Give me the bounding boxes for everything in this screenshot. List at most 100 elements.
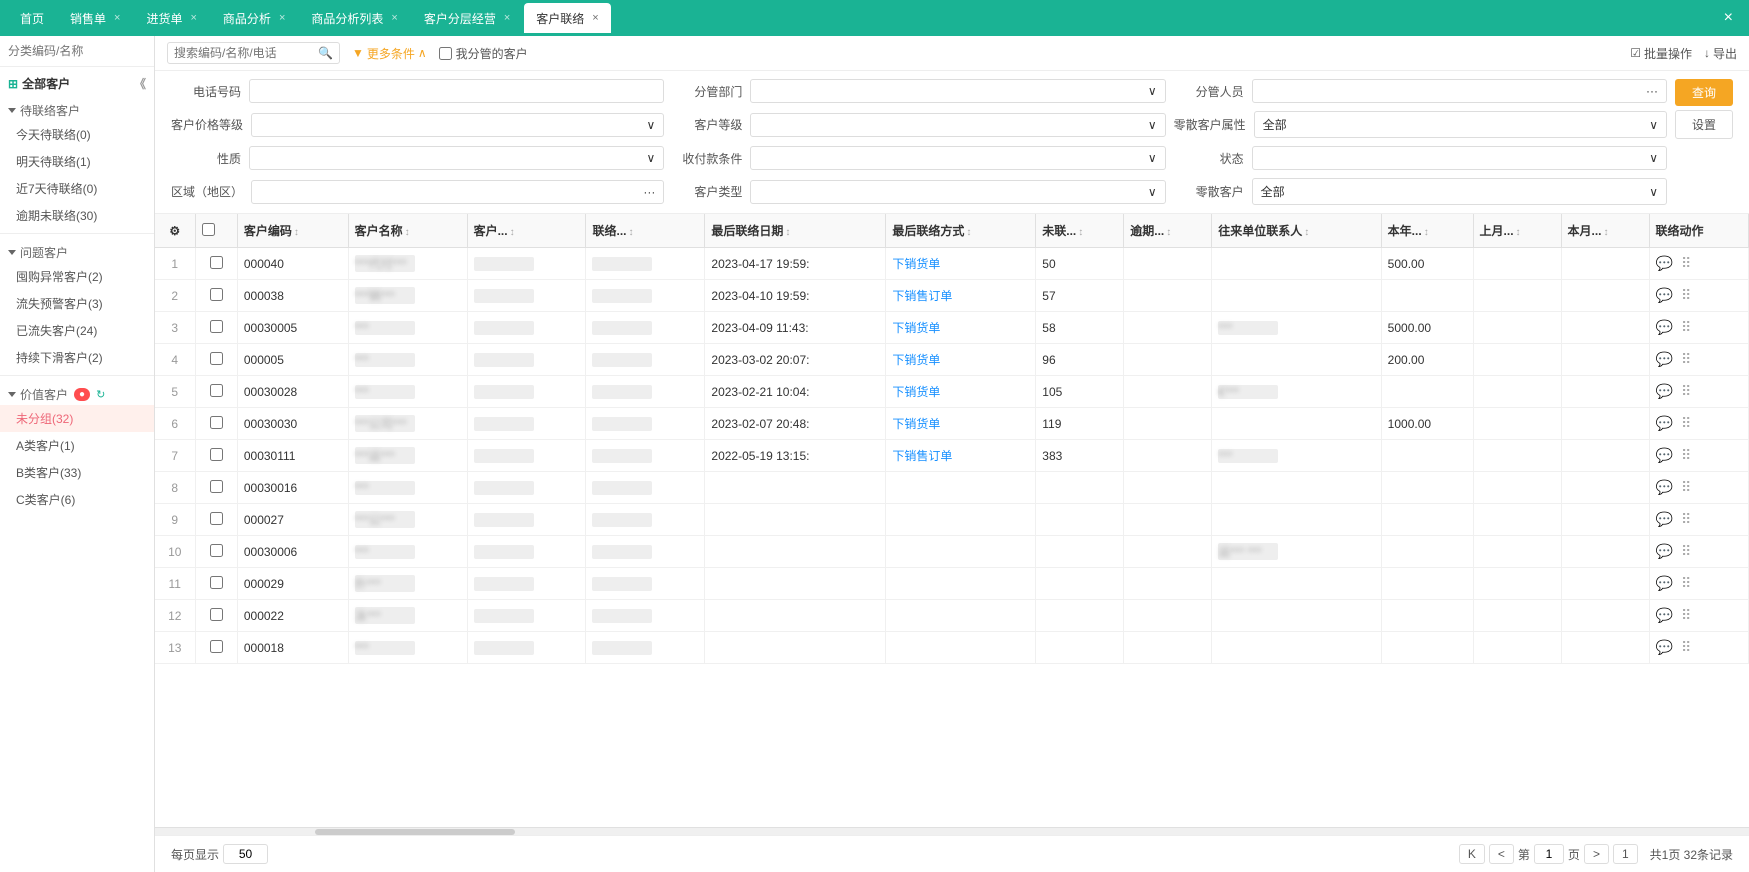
sidebar-search-input[interactable] <box>8 44 155 58</box>
filter-customer-level-select[interactable]: ∨ <box>750 113 1165 137</box>
page-number-input[interactable] <box>1534 844 1564 864</box>
more-icon[interactable]: ⠿ <box>1681 255 1691 272</box>
sidebar-item-overdue[interactable]: 逾期未联络(30) <box>0 202 154 229</box>
col-overdue[interactable]: 逾期...↕ <box>1124 214 1212 248</box>
row-checkbox[interactable] <box>210 608 223 621</box>
problem-toggle[interactable] <box>8 250 16 255</box>
filter-dept-select[interactable]: ∨ <box>750 79 1165 103</box>
more-icon[interactable]: ⠿ <box>1681 319 1691 336</box>
filter-customer-type-select[interactable]: ∨ <box>750 180 1165 204</box>
filter-region-select[interactable]: ··· <box>251 180 664 204</box>
sidebar-item-churn-warning[interactable]: 流失预警客户(3) <box>0 290 154 317</box>
row-checkbox[interactable] <box>210 288 223 301</box>
contact-method-link[interactable]: 下销货单 <box>892 321 940 335</box>
row-checkbox-cell[interactable] <box>195 408 237 440</box>
col-code[interactable]: 客户编码↕ <box>237 214 348 248</box>
tab-purchase-close[interactable]: × <box>190 12 196 24</box>
score-toggle[interactable] <box>8 392 16 397</box>
batch-operation-button[interactable]: ☑ 批量操作 <box>1630 45 1692 62</box>
row-checkbox-cell[interactable] <box>195 504 237 536</box>
col-type[interactable]: 客户...↕ <box>467 214 586 248</box>
sidebar-item-declining[interactable]: 持续下滑客户(2) <box>0 344 154 371</box>
col-year[interactable]: 本年...↕ <box>1381 214 1473 248</box>
row-checkbox-cell[interactable] <box>195 376 237 408</box>
row-checkbox-cell[interactable] <box>195 472 237 504</box>
contact-icon[interactable]: 💬 <box>1656 351 1673 368</box>
filter-payment-select[interactable]: ∨ <box>750 146 1165 170</box>
pending-toggle[interactable] <box>8 108 16 113</box>
more-icon[interactable]: ⠿ <box>1681 511 1691 528</box>
sidebar-item-unclassified[interactable]: 未分组(32) <box>0 405 154 432</box>
prev-page-button[interactable]: < <box>1489 844 1514 864</box>
tab-analysis-list-close[interactable]: × <box>391 12 397 24</box>
contact-icon[interactable]: 💬 <box>1656 447 1673 464</box>
row-checkbox[interactable] <box>210 480 223 493</box>
contact-icon[interactable]: 💬 <box>1656 255 1673 272</box>
horizontal-scrollbar[interactable] <box>155 827 1749 835</box>
per-page-input[interactable] <box>223 844 268 864</box>
collapse-icon[interactable]: 《 <box>134 75 146 92</box>
col-gear[interactable]: ⚙ <box>155 214 195 248</box>
row-checkbox-cell[interactable] <box>195 536 237 568</box>
filter-price-level-select[interactable]: ∨ <box>251 113 664 137</box>
tab-analysis[interactable]: 商品分析 × <box>211 3 297 33</box>
col-uncontact[interactable]: 未联...↕ <box>1036 214 1124 248</box>
more-icon[interactable]: ⠿ <box>1681 543 1691 560</box>
row-last-method[interactable]: 下销货单 <box>886 376 1036 408</box>
row-last-method[interactable] <box>886 504 1036 536</box>
more-icon[interactable]: ⠿ <box>1681 383 1691 400</box>
contact-icon[interactable]: 💬 <box>1656 511 1673 528</box>
contact-icon[interactable]: 💬 <box>1656 319 1673 336</box>
row-checkbox[interactable] <box>210 544 223 557</box>
tab-customer-tier[interactable]: 客户分层经营 × <box>412 3 522 33</box>
sidebar-item-class-c[interactable]: C类客户(6) <box>0 486 154 513</box>
col-contact[interactable]: 联络...↕ <box>586 214 705 248</box>
sidebar-item-class-b[interactable]: B类客户(33) <box>0 459 154 486</box>
contact-icon[interactable]: 💬 <box>1656 543 1673 560</box>
select-all-checkbox[interactable] <box>202 223 215 236</box>
sidebar-item-7days[interactable]: 近7天待联络(0) <box>0 175 154 202</box>
row-checkbox-cell[interactable] <box>195 632 237 664</box>
sidebar-item-tomorrow[interactable]: 明天待联络(1) <box>0 148 154 175</box>
row-last-method[interactable]: 下销货单 <box>886 248 1036 280</box>
my-customers-checkbox[interactable]: 我分管的客户 <box>439 45 528 62</box>
row-checkbox-cell[interactable] <box>195 600 237 632</box>
more-icon[interactable]: ⠿ <box>1681 575 1691 592</box>
row-last-method[interactable]: 下销货单 <box>886 344 1036 376</box>
row-checkbox-cell[interactable] <box>195 312 237 344</box>
filter-retail-attr-select[interactable]: 全部 ∨ <box>1254 111 1667 138</box>
export-button[interactable]: ↓ 导出 <box>1704 45 1737 62</box>
row-checkbox[interactable] <box>210 416 223 429</box>
row-checkbox-cell[interactable] <box>195 568 237 600</box>
tab-home[interactable]: 首页 <box>8 3 56 33</box>
search-box[interactable]: 🔍 <box>167 42 340 64</box>
row-checkbox[interactable] <box>210 576 223 589</box>
more-icon[interactable]: ⠿ <box>1681 639 1691 656</box>
first-page-button[interactable]: K <box>1459 844 1485 864</box>
row-last-method[interactable] <box>886 632 1036 664</box>
tab-analysis-list[interactable]: 商品分析列表 × <box>299 3 409 33</box>
more-icon[interactable]: ⠿ <box>1681 351 1691 368</box>
sidebar-item-class-a[interactable]: A类客户(1) <box>0 432 154 459</box>
more-icon[interactable]: ⠿ <box>1681 479 1691 496</box>
filter-nature-select[interactable]: ∨ <box>249 146 664 170</box>
row-last-method[interactable]: 下销售订单 <box>886 440 1036 472</box>
col-last-method[interactable]: 最后联络方式↕ <box>886 214 1036 248</box>
contact-icon[interactable]: 💬 <box>1656 479 1673 496</box>
row-last-method[interactable] <box>886 472 1036 504</box>
more-conditions-button[interactable]: ▼ 更多条件 ∧ <box>352 45 427 62</box>
contact-icon[interactable]: 💬 <box>1656 607 1673 624</box>
row-checkbox[interactable] <box>210 256 223 269</box>
tab-purchase[interactable]: 进货单 × <box>134 3 208 33</box>
contact-icon[interactable]: 💬 <box>1656 639 1673 656</box>
row-checkbox[interactable] <box>210 512 223 525</box>
col-checkbox[interactable] <box>195 214 237 248</box>
col-last-date[interactable]: 最后联络日期↕ <box>705 214 886 248</box>
tab-sales-close[interactable]: × <box>114 12 120 24</box>
my-customers-check[interactable] <box>439 47 452 60</box>
col-this-month[interactable]: 本月...↕ <box>1561 214 1649 248</box>
contact-method-link[interactable]: 下销货单 <box>892 257 940 271</box>
sidebar-item-abnormal[interactable]: 囤购异常客户(2) <box>0 263 154 290</box>
row-last-method[interactable]: 下销售订单 <box>886 280 1036 312</box>
filter-status-select[interactable]: ∨ <box>1252 146 1667 170</box>
